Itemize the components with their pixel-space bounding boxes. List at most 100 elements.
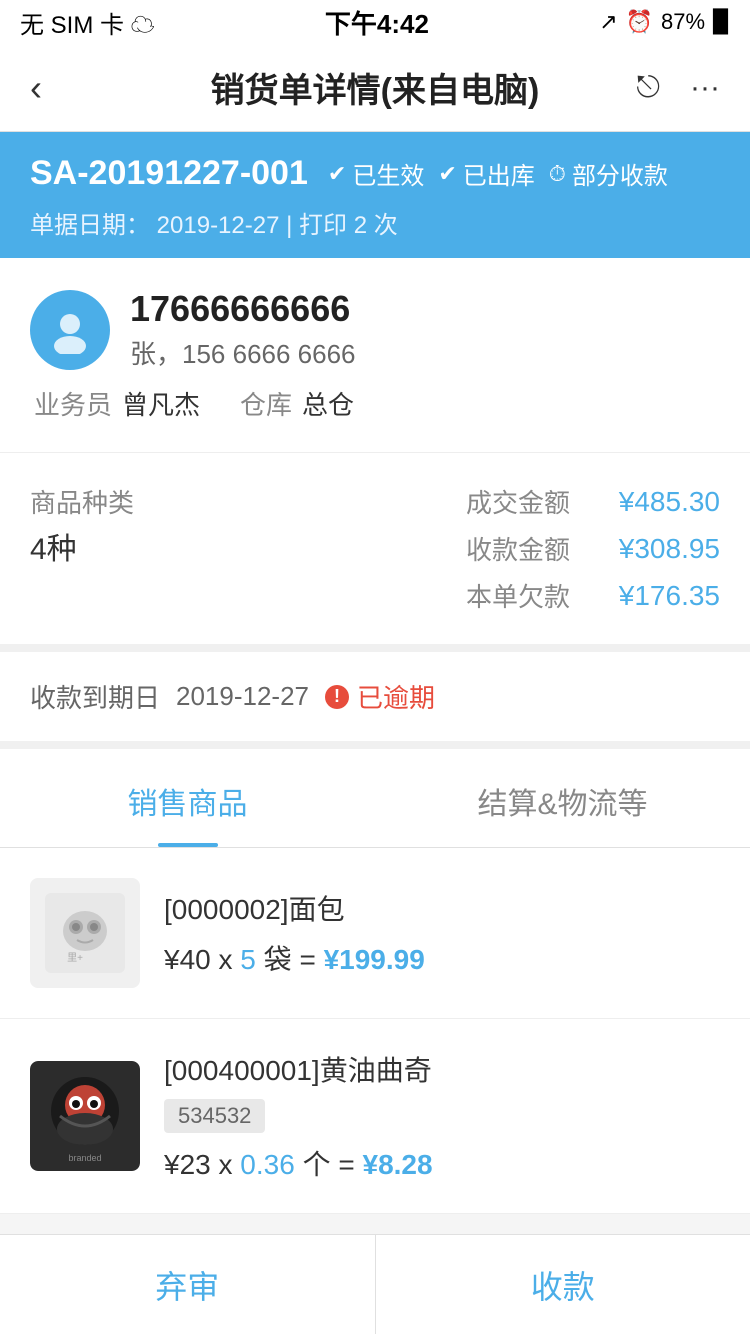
- amount-label: 成交金额: [466, 483, 570, 520]
- collect-payment-label: 收款: [531, 1262, 595, 1308]
- product-sku-badge: 534532: [164, 1099, 265, 1133]
- svg-text:里+: 里+: [67, 952, 83, 964]
- warehouse-label: 仓库: [240, 385, 292, 422]
- order-date: 2019-12-27: [157, 212, 280, 239]
- signal-text: 无 SIM 卡 ☁: [20, 5, 155, 40]
- product-code-2: [000400001]: [164, 1055, 320, 1086]
- customer-meta: 业务员 曾凡杰 仓库 总仓: [30, 385, 720, 422]
- collect-payment-button[interactable]: 收款: [376, 1235, 750, 1334]
- product-title-2: 黄油曲奇: [320, 1055, 432, 1086]
- customer-name-phone: 张，156 6666 6666: [130, 334, 356, 371]
- tabs-container: 销售商品 结算&物流等: [0, 749, 750, 848]
- due-label: 收款到期日: [30, 678, 160, 715]
- badge-partial-text: 部分收款: [572, 156, 668, 191]
- print-suffix: 次: [374, 212, 398, 239]
- product-equals-2: =: [338, 1149, 362, 1180]
- tab-sales-label: 销售商品: [128, 788, 248, 821]
- type-count: 4种: [30, 524, 134, 568]
- status-time: 下午4:42: [325, 4, 429, 41]
- back-button[interactable]: ‹: [30, 67, 90, 109]
- product-base-price-2: ¥23: [164, 1149, 211, 1180]
- sales-label: 业务员: [34, 385, 112, 422]
- overdue-text: 已逾期: [357, 678, 435, 715]
- tab-sales-products[interactable]: 销售商品: [0, 749, 375, 847]
- product-multiply-2: x: [219, 1149, 241, 1180]
- alarm-icon: ⏰: [626, 9, 653, 35]
- product-thumb-2: branded: [30, 1061, 140, 1171]
- bottom-bar: 弃审 收款: [0, 1234, 750, 1334]
- badge-effective: ✔ 已生效: [328, 156, 424, 191]
- order-date-line: 单据日期： 2019-12-27 | 打印 2 次: [30, 205, 720, 240]
- badge-shipped: ✔ 已出库: [438, 156, 534, 191]
- due-date: 2019-12-27: [176, 681, 309, 712]
- product-price-1: ¥40 x 5 袋 = ¥199.99: [164, 938, 720, 978]
- svg-text:branded: branded: [68, 1153, 101, 1163]
- product-name-2: [000400001]黄油曲奇: [164, 1049, 720, 1089]
- order-header-banner: SA-20191227-001 ✔ 已生效 ✔ 已出库 ⏱ 部分收款 单据日期：…: [0, 132, 750, 258]
- product-qty-2: 0.36: [240, 1149, 295, 1180]
- sales-name: 曾凡杰: [122, 385, 200, 422]
- customer-avatar: [30, 290, 110, 370]
- stats-section: 商品种类 4种 成交金额 ¥485.30 收款金额 ¥308.95 本单欠款 ¥…: [0, 453, 750, 652]
- location-icon: ↗: [599, 9, 617, 35]
- status-left: 无 SIM 卡 ☁: [20, 5, 155, 40]
- product-unit-1: 袋: [264, 944, 292, 975]
- warehouse-meta: 仓库 总仓: [240, 385, 354, 422]
- product-item: branded [000400001]黄油曲奇 534532 ¥23 x 0.3…: [0, 1019, 750, 1214]
- product-equals-1: =: [299, 944, 323, 975]
- clock-icon: ⏱: [549, 161, 566, 187]
- product-image-2: branded: [30, 1061, 140, 1171]
- product-info-2: [000400001]黄油曲奇 534532 ¥23 x 0.36 个 = ¥8…: [164, 1049, 720, 1183]
- tab-billing-label: 结算&物流等: [477, 788, 647, 821]
- amount-stats: 成交金额 ¥485.30 收款金额 ¥308.95 本单欠款 ¥176.35: [466, 483, 720, 614]
- debt-label: 本单欠款: [466, 577, 570, 614]
- badge-shipped-text: 已出库: [463, 156, 535, 191]
- product-base-price-1: ¥40: [164, 944, 211, 975]
- battery-text: 87%: [661, 9, 705, 35]
- badge-partial: ⏱ 部分收款: [549, 156, 668, 191]
- badge-effective-text: 已生效: [352, 156, 424, 191]
- warehouse-name: 总仓: [302, 385, 354, 422]
- print-label: | 打印: [286, 212, 347, 239]
- amount-row: 成交金额 ¥485.30: [466, 483, 720, 520]
- order-badges: ✔ 已生效 ✔ 已出库 ⏱ 部分收款: [328, 156, 668, 191]
- customer-section: 17666666666 张，156 6666 6666 业务员 曾凡杰 仓库 总…: [0, 258, 750, 453]
- nav-bar: ‹ 销货单详情(来自电脑) ⎋ ···: [0, 44, 750, 132]
- debt-row: 本单欠款 ¥176.35: [466, 577, 720, 614]
- product-image-placeholder-1: 里+: [30, 878, 140, 988]
- received-label: 收款金额: [466, 530, 570, 567]
- received-row: 收款金额 ¥308.95: [466, 530, 720, 567]
- battery-icon: ▉: [713, 9, 730, 35]
- product-thumb-1: 里+: [30, 878, 140, 988]
- product-qty-1: 5: [240, 944, 256, 975]
- product-type-stat: 商品种类 4种: [30, 483, 134, 568]
- banner-top: SA-20191227-001 ✔ 已生效 ✔ 已出库 ⏱ 部分收款: [30, 154, 720, 193]
- amount-value: ¥485.30: [590, 486, 720, 518]
- product-multiply-1: x: [219, 944, 241, 975]
- overdue-icon: !: [325, 685, 349, 709]
- received-value: ¥308.95: [590, 533, 720, 565]
- more-icon[interactable]: ···: [690, 71, 720, 105]
- product-unit-2: 个: [303, 1149, 331, 1180]
- tab-billing[interactable]: 结算&物流等: [375, 749, 750, 847]
- check-icon-2: ✔: [438, 161, 456, 187]
- products-list: 里+ [0000002]面包 ¥40 x 5 袋 = ¥199.99: [0, 848, 750, 1214]
- product-title-1: 面包: [289, 894, 345, 925]
- debt-value: ¥176.35: [590, 580, 720, 612]
- cancel-review-button[interactable]: 弃审: [0, 1235, 376, 1334]
- due-date-section: 收款到期日 2019-12-27 ! 已逾期: [0, 652, 750, 749]
- product-item: 里+ [0000002]面包 ¥40 x 5 袋 = ¥199.99: [0, 848, 750, 1019]
- customer-top: 17666666666 张，156 6666 6666: [30, 288, 720, 371]
- status-right: ↗ ⏰ 87% ▉: [599, 9, 730, 35]
- check-icon-1: ✔: [328, 161, 346, 187]
- customer-info: 17666666666 张，156 6666 6666: [130, 288, 356, 371]
- product-name-1: [0000002]面包: [164, 888, 720, 928]
- cancel-review-label: 弃审: [155, 1262, 219, 1308]
- sales-meta: 业务员 曾凡杰: [34, 385, 200, 422]
- product-price-2: ¥23 x 0.36 个 = ¥8.28: [164, 1143, 720, 1183]
- print-count: 2: [354, 212, 367, 239]
- product-code-1: [0000002]: [164, 894, 289, 925]
- type-label: 商品种类: [30, 483, 134, 520]
- status-bar: 无 SIM 卡 ☁ 下午4:42 ↗ ⏰ 87% ▉: [0, 0, 750, 44]
- share-icon[interactable]: ⎋: [636, 71, 660, 105]
